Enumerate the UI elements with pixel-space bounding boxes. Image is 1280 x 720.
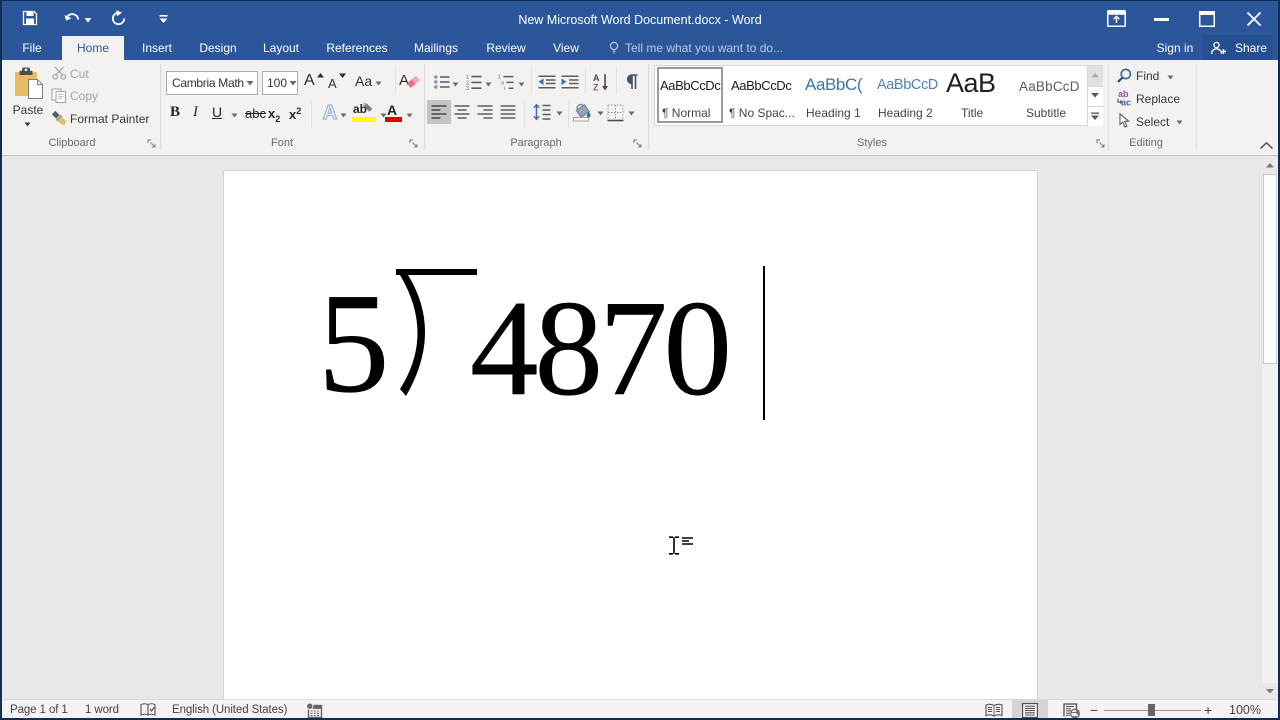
svg-text:3: 3 — [466, 86, 469, 92]
svg-text:A: A — [593, 73, 600, 83]
svg-text:A: A — [323, 102, 337, 124]
svg-text:ac: ac — [1121, 98, 1131, 108]
svg-text:i: i — [504, 86, 505, 92]
svg-text:Z: Z — [593, 83, 599, 93]
